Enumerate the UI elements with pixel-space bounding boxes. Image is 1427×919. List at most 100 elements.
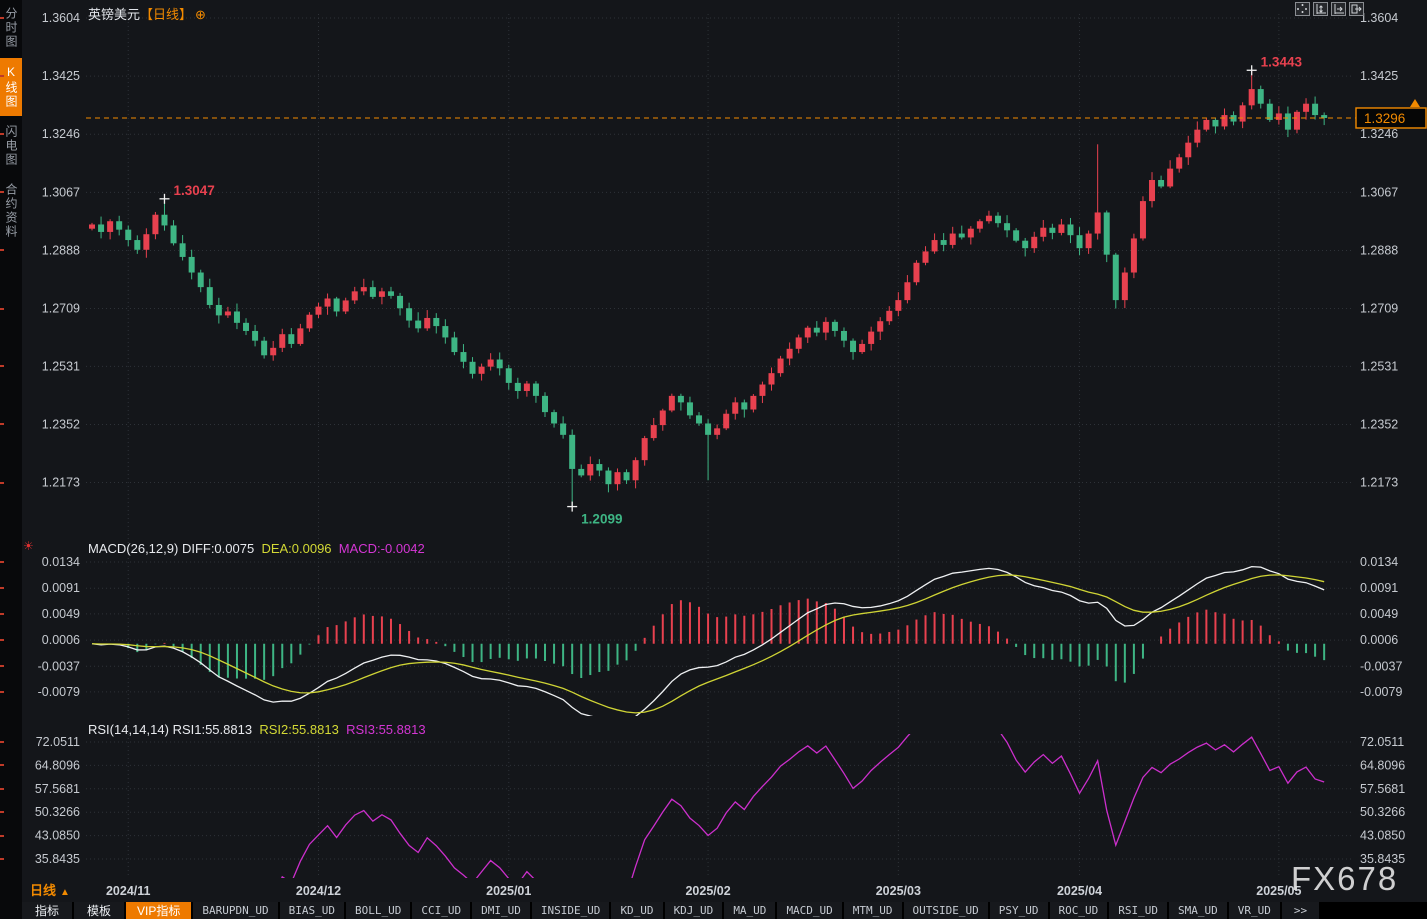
macd-dea-value: DEA:0.0096	[261, 541, 332, 556]
edge-tick	[0, 665, 4, 668]
toolbar-item-barupdn-ud[interactable]: BARUPDN_UD	[193, 902, 278, 919]
edge-tick	[0, 741, 4, 743]
axis-tick-label: 64.8096	[1360, 758, 1405, 772]
axis-tick-label: 0.0091	[42, 581, 80, 595]
edge-tick	[0, 423, 4, 426]
edge-tick	[0, 307, 4, 310]
macd-legend: MACD(26,12,9) DIFF:0.0075 DEA:0.0096 MAC…	[88, 541, 425, 556]
date-label: 2025/03	[876, 884, 921, 898]
toolbar-item-ma-ud[interactable]: MA_UD	[724, 902, 776, 919]
edge-tick	[0, 17, 4, 19]
edge-tick	[0, 639, 4, 642]
sidebar-tab-contract-info[interactable]: 合约资料	[0, 176, 22, 246]
axis-tick-label: 57.5681	[1360, 782, 1405, 796]
axis-tick-label: 1.2709	[42, 302, 80, 316]
axis-tick-label: 50.3266	[1360, 805, 1405, 819]
toolbar-item-psy-ud[interactable]: PSY_UD	[989, 902, 1048, 919]
axis-tick-label: 1.2531	[42, 359, 80, 373]
toolbar-item-kd-ud[interactable]: KD_UD	[611, 902, 663, 919]
rsi-legend: RSI(14,14,14) RSI1:55.8813 RSI2:55.8813 …	[88, 722, 426, 737]
axis-tick-label: 43.0850	[1360, 829, 1405, 843]
period-selector[interactable]: 日线 ▲	[30, 880, 70, 899]
pop-out-icon[interactable]	[1349, 2, 1364, 16]
toolbar-item-templates[interactable]: 模板	[74, 902, 125, 919]
y-axis-scale-icon[interactable]	[1313, 2, 1328, 16]
add-indicator-icon[interactable]: ⊕	[195, 7, 206, 22]
axis-tick-label: 0.0091	[1360, 581, 1398, 595]
sidebar-tab-kline[interactable]: K线图	[0, 58, 22, 116]
edge-tick	[0, 811, 4, 814]
rsi1-value: RSI1:55.8813	[172, 722, 253, 737]
toolbar-item-dmi-ud[interactable]: DMI_UD	[472, 902, 530, 919]
indicator-settings-icon[interactable]: ☀	[23, 539, 34, 553]
axis-tick-label: 0.0006	[42, 633, 80, 647]
toolbar-item-boll-ud[interactable]: BOLL_UD	[345, 902, 411, 919]
date-label: 2025/05	[1256, 884, 1301, 898]
date-label: 2025/01	[486, 884, 531, 898]
toolbar-item-vip-indicators[interactable]: VIP指标	[126, 902, 192, 919]
annotation-label: 1.2099	[581, 512, 622, 527]
toolbar-item-roc-ud[interactable]: ROC_UD	[1049, 902, 1108, 919]
sidebar-tab-time-share[interactable]: 分时图	[0, 0, 22, 56]
axis-tick-label: 0.0049	[42, 607, 80, 621]
toolbar-item-kdj-ud[interactable]: KDJ_UD	[664, 902, 723, 919]
annotation-label: 1.3047	[173, 183, 214, 198]
symbol-name: 英镑美元	[88, 7, 141, 22]
toolbar-item-rsi-ud[interactable]: RSI_UD	[1109, 902, 1168, 919]
axis-tick-label: 1.3425	[1360, 69, 1398, 83]
indicator-toolbar: 指标 模板 VIP指标 BARUPDN_UD BIAS_UD BOLL_UD CCI_UD D…	[22, 902, 1427, 919]
axis-tick-label: 72.0511	[1360, 735, 1404, 749]
chart-canvas[interactable]: 1.3296 1.3047 1.2099 1.3443 1.3604 1.3604 1.34…	[22, 0, 1427, 902]
gridlines	[86, 14, 1354, 876]
axis-tick-label: 1.2888	[42, 243, 80, 257]
edge-tick	[0, 587, 4, 590]
crosshair-icon[interactable]	[1295, 2, 1310, 16]
toolbar-item-outside-ud[interactable]: OUTSIDE_UD	[903, 902, 988, 919]
edge-tick	[0, 133, 4, 136]
toolbar-item-mtm-ud[interactable]: MTM_UD	[843, 902, 902, 919]
edge-tick	[0, 561, 4, 563]
last-price-value: 1.3296	[1364, 111, 1405, 126]
axis-tick-label: 0.0006	[1360, 633, 1398, 647]
toolbar-item-bias-ud[interactable]: BIAS_UD	[279, 902, 344, 919]
axis-tick-label: 0.0134	[1360, 555, 1398, 569]
period-name: 【日线】	[140, 7, 193, 22]
toolbar-item-cci-ud[interactable]: CCI_UD	[412, 902, 471, 919]
chart-title: 英镑美元【日线】 ⊕	[88, 4, 206, 23]
rsi3-value: RSI3:55.8813	[346, 722, 426, 737]
toolbar-item-indicators[interactable]: 指标	[22, 902, 73, 919]
axis-tick-label: 0.0134	[42, 555, 80, 569]
macd-panel	[91, 565, 1326, 716]
date-label: 2024/12	[296, 884, 341, 898]
axis-tick-label: -0.0079	[1360, 685, 1402, 699]
date-label: 2025/02	[685, 884, 730, 898]
toolbar-item-vr-ud[interactable]: VR_UD	[1228, 902, 1280, 919]
axis-tick-label: 1.2173	[42, 476, 80, 490]
axis-tick-label: 0.0049	[1360, 607, 1398, 621]
toolbar-item-sma-ud[interactable]: SMA_UD	[1169, 902, 1227, 919]
price-annotation: 1.3443	[1246, 54, 1302, 76]
edge-tick	[0, 764, 4, 767]
axis-tick-label: 35.8435	[35, 852, 80, 866]
rsi-name: RSI(14,14,14)	[88, 722, 169, 737]
rsi-panel	[281, 734, 1325, 878]
toolbar-item-more[interactable]: >>	[1281, 902, 1320, 919]
edge-tick	[0, 75, 4, 78]
window-toolbar	[1295, 2, 1364, 16]
axis-tick-label: 35.8435	[1360, 852, 1405, 866]
edge-tick	[0, 690, 4, 693]
edge-tick	[0, 787, 4, 790]
toolbar-item-inside-ud[interactable]: INSIDE_UD	[531, 902, 610, 919]
axis-tick-label: 57.5681	[35, 782, 80, 796]
price-marker-arrow-icon	[1410, 99, 1420, 107]
edge-tick	[0, 191, 4, 194]
axis-tick-label: 1.2888	[1360, 243, 1398, 257]
toolbar-item-macd-ud[interactable]: MACD_UD	[777, 902, 842, 919]
axis-tick-label: 1.3604	[42, 11, 80, 25]
x-axis-scale-icon[interactable]	[1331, 2, 1346, 16]
price-annotation: 1.3047	[159, 183, 215, 204]
axis-tick-label: 1.3246	[42, 127, 80, 141]
sidebar-tab-lightning[interactable]: 闪电图	[0, 118, 22, 174]
axis-tick-label: 1.3604	[1360, 11, 1398, 25]
axis-tick-label: -0.0037	[38, 659, 80, 673]
